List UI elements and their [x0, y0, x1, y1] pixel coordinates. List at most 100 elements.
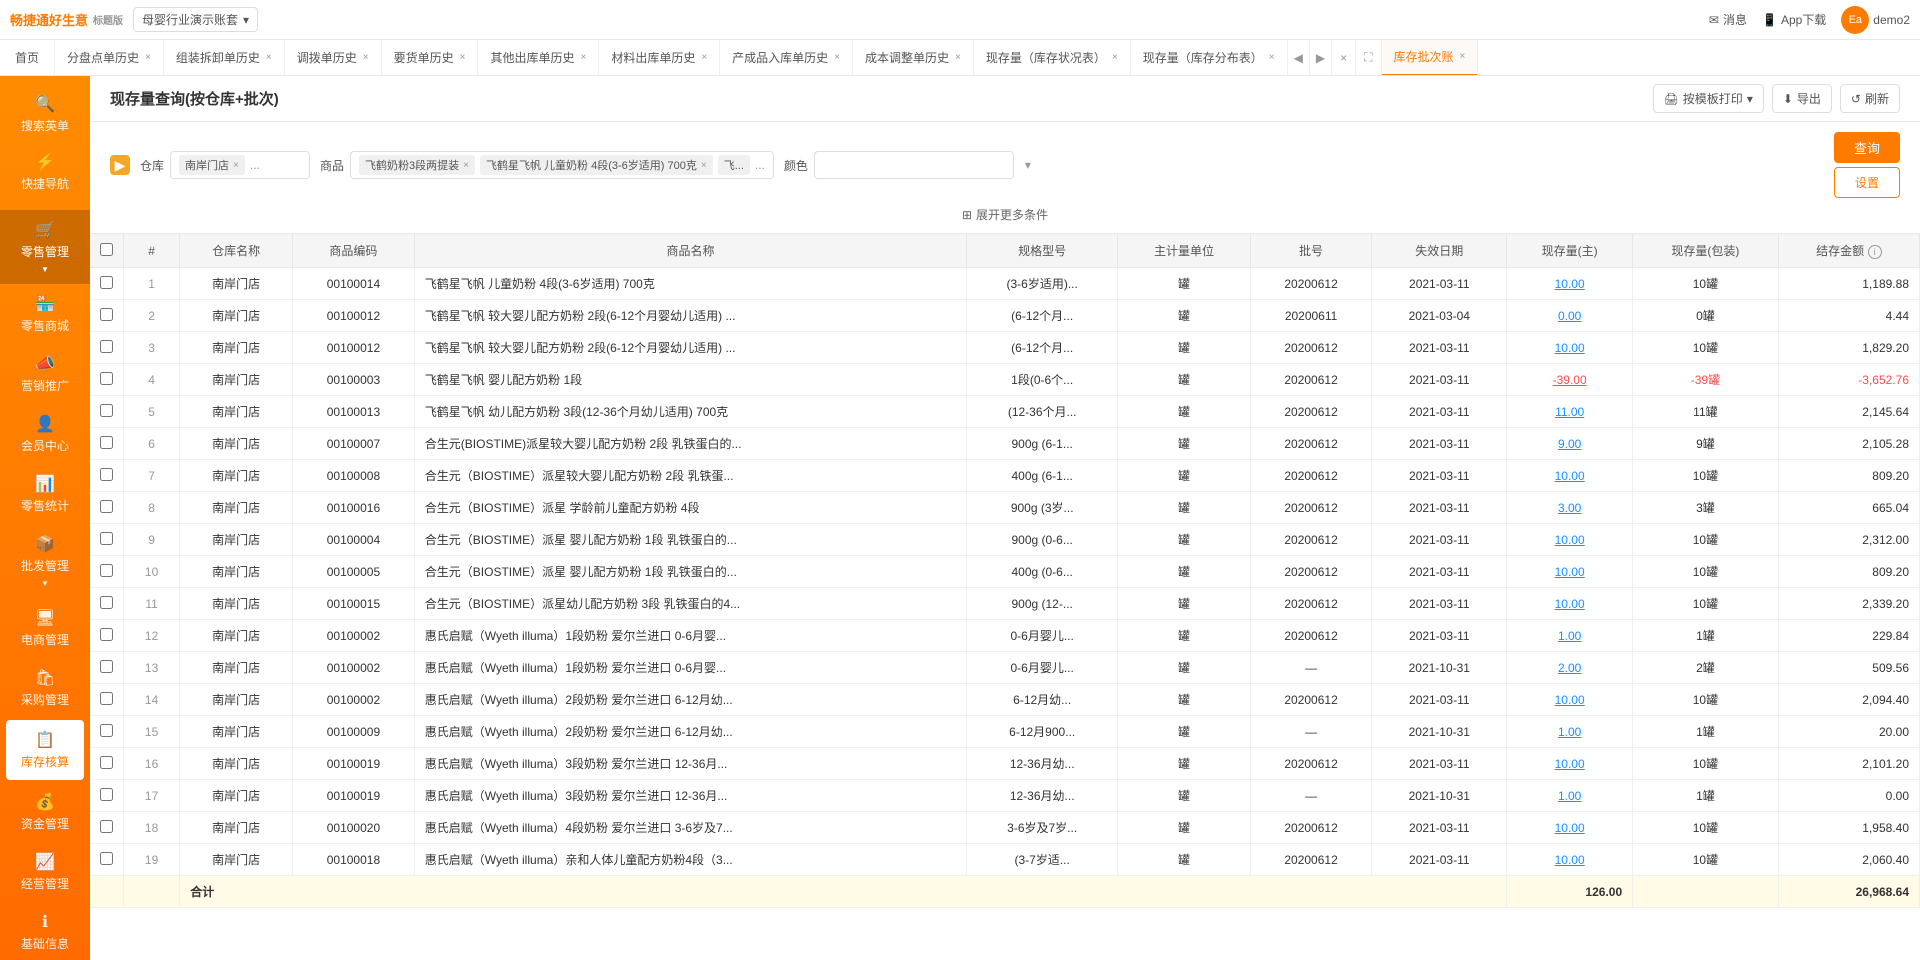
- td-checkbox[interactable]: [90, 492, 124, 524]
- td-qty-main[interactable]: -39.00: [1507, 364, 1633, 396]
- user-area[interactable]: Ea demo2: [1841, 6, 1910, 34]
- settings-btn[interactable]: 设置: [1834, 167, 1900, 198]
- sidebar-item-inventory[interactable]: 📋 库存核算: [6, 720, 84, 780]
- td-qty-main[interactable]: 3.00: [1507, 492, 1633, 524]
- row-checkbox[interactable]: [100, 468, 113, 481]
- print-btn[interactable]: 🖨 按模板打印 ▾: [1653, 84, 1764, 113]
- td-qty-main[interactable]: 1.00: [1507, 780, 1633, 812]
- nav-fullscreen-btn[interactable]: ⛶: [1356, 40, 1381, 76]
- tab-chanpin-close[interactable]: ×: [834, 52, 840, 63]
- td-checkbox[interactable]: [90, 620, 124, 652]
- tab-cailiao-close[interactable]: ×: [701, 52, 707, 63]
- tab-pici-close[interactable]: ×: [1460, 51, 1466, 62]
- sidebar-item-member-center[interactable]: 👤 会员中心: [0, 404, 90, 464]
- td-qty-main[interactable]: 10.00: [1507, 844, 1633, 876]
- tab-xiancun2[interactable]: 现存量（库存分布表） ×: [1131, 40, 1288, 76]
- td-qty-main[interactable]: 10.00: [1507, 684, 1633, 716]
- td-qty-main[interactable]: 2.00: [1507, 652, 1633, 684]
- tab-chengben-close[interactable]: ×: [955, 52, 961, 63]
- row-checkbox[interactable]: [100, 852, 113, 865]
- td-checkbox[interactable]: [90, 748, 124, 780]
- sidebar-item-purchase[interactable]: 🛍 采购管理: [0, 658, 90, 718]
- td-checkbox[interactable]: [90, 716, 124, 748]
- td-qty-main[interactable]: 1.00: [1507, 620, 1633, 652]
- tab-diaopo-close[interactable]: ×: [363, 52, 369, 63]
- row-checkbox[interactable]: [100, 628, 113, 641]
- nav-close-all-btn[interactable]: ×: [1332, 40, 1356, 76]
- row-checkbox[interactable]: [100, 660, 113, 673]
- nav-prev-arrow[interactable]: ◀: [1288, 40, 1310, 76]
- filter-expand-btn[interactable]: ▶: [110, 155, 130, 175]
- app-download-btn[interactable]: 📱 App下载: [1762, 11, 1826, 28]
- sidebar-item-quick-nav[interactable]: ⚡ 快捷导航: [0, 142, 90, 202]
- messages-btn[interactable]: ✉ 消息: [1709, 11, 1747, 28]
- td-checkbox[interactable]: [90, 268, 124, 300]
- row-checkbox[interactable]: [100, 692, 113, 705]
- tab-qita-close[interactable]: ×: [580, 52, 586, 63]
- tab-home[interactable]: 首页: [0, 40, 55, 76]
- td-checkbox[interactable]: [90, 332, 124, 364]
- td-qty-main[interactable]: 1.00: [1507, 716, 1633, 748]
- sidebar-item-ops[interactable]: 📈 经营管理: [0, 842, 90, 902]
- td-qty-main[interactable]: 9.00: [1507, 428, 1633, 460]
- sidebar-item-wholesale[interactable]: 📦 批发管理 ▼: [0, 524, 90, 598]
- row-checkbox[interactable]: [100, 308, 113, 321]
- row-checkbox[interactable]: [100, 820, 113, 833]
- sidebar-item-base-info[interactable]: ℹ 基础信息: [0, 902, 90, 960]
- query-btn[interactable]: 查询: [1834, 132, 1900, 163]
- td-qty-main[interactable]: 10.00: [1507, 588, 1633, 620]
- td-checkbox[interactable]: [90, 556, 124, 588]
- sidebar-item-retail-mall[interactable]: 🏪 零售商城: [0, 284, 90, 344]
- td-qty-main[interactable]: 0.00: [1507, 300, 1633, 332]
- tab-xiancun2-close[interactable]: ×: [1269, 52, 1275, 63]
- tab-cailiao[interactable]: 材料出库单历史 ×: [599, 40, 720, 76]
- expand-more-btn[interactable]: ⊞ 展开更多条件: [110, 206, 1900, 223]
- row-checkbox[interactable]: [100, 372, 113, 385]
- td-checkbox[interactable]: [90, 684, 124, 716]
- row-checkbox[interactable]: [100, 724, 113, 737]
- row-checkbox[interactable]: [100, 500, 113, 513]
- td-qty-main[interactable]: 10.00: [1507, 748, 1633, 780]
- row-checkbox[interactable]: [100, 340, 113, 353]
- td-checkbox[interactable]: [90, 844, 124, 876]
- tab-zuzhuan[interactable]: 组装拆卸单历史 ×: [164, 40, 285, 76]
- th-checkbox[interactable]: [90, 234, 124, 268]
- amount-info-icon[interactable]: i: [1868, 245, 1882, 259]
- td-checkbox[interactable]: [90, 652, 124, 684]
- tab-yaohuo[interactable]: 要货单历史 ×: [382, 40, 479, 76]
- sidebar-item-retail-stats[interactable]: 📊 零售统计: [0, 464, 90, 524]
- sidebar-item-search[interactable]: 🔍 搜索英单: [0, 86, 90, 142]
- td-qty-main[interactable]: 10.00: [1507, 332, 1633, 364]
- tab-xiancun1-close[interactable]: ×: [1112, 52, 1118, 63]
- td-checkbox[interactable]: [90, 780, 124, 812]
- td-checkbox[interactable]: [90, 812, 124, 844]
- color-filter-input[interactable]: [814, 151, 1014, 179]
- row-checkbox[interactable]: [100, 436, 113, 449]
- tab-qita[interactable]: 其他出库单历史 ×: [478, 40, 599, 76]
- td-checkbox[interactable]: [90, 428, 124, 460]
- tab-chengben[interactable]: 成本调整单历史 ×: [853, 40, 974, 76]
- sidebar-item-marketing[interactable]: 📣 营销推广: [0, 344, 90, 404]
- export-btn[interactable]: ⬇ 导出: [1772, 84, 1832, 113]
- td-qty-main[interactable]: 10.00: [1507, 556, 1633, 588]
- td-checkbox[interactable]: [90, 396, 124, 428]
- warehouse-tag-remove[interactable]: ×: [233, 160, 239, 171]
- td-checkbox[interactable]: [90, 588, 124, 620]
- td-qty-main[interactable]: 10.00: [1507, 460, 1633, 492]
- td-checkbox[interactable]: [90, 524, 124, 556]
- td-checkbox[interactable]: [90, 364, 124, 396]
- nav-next-arrow[interactable]: ▶: [1310, 40, 1332, 76]
- sidebar-item-retail-mgmt[interactable]: 🛒 零售管理 ▼: [0, 210, 90, 284]
- row-checkbox[interactable]: [100, 564, 113, 577]
- row-checkbox[interactable]: [100, 596, 113, 609]
- row-checkbox[interactable]: [100, 404, 113, 417]
- row-checkbox[interactable]: [100, 276, 113, 289]
- product-tag-2-remove[interactable]: ×: [701, 160, 707, 171]
- row-checkbox[interactable]: [100, 788, 113, 801]
- product-tag-1-remove[interactable]: ×: [463, 160, 469, 171]
- row-checkbox[interactable]: [100, 756, 113, 769]
- td-qty-main[interactable]: 10.00: [1507, 268, 1633, 300]
- tab-zuzhuan-close[interactable]: ×: [266, 52, 272, 63]
- org-selector[interactable]: 母婴行业演示账套 ▾: [133, 7, 258, 32]
- tab-fenpan[interactable]: 分盘点单历史 ×: [55, 40, 164, 76]
